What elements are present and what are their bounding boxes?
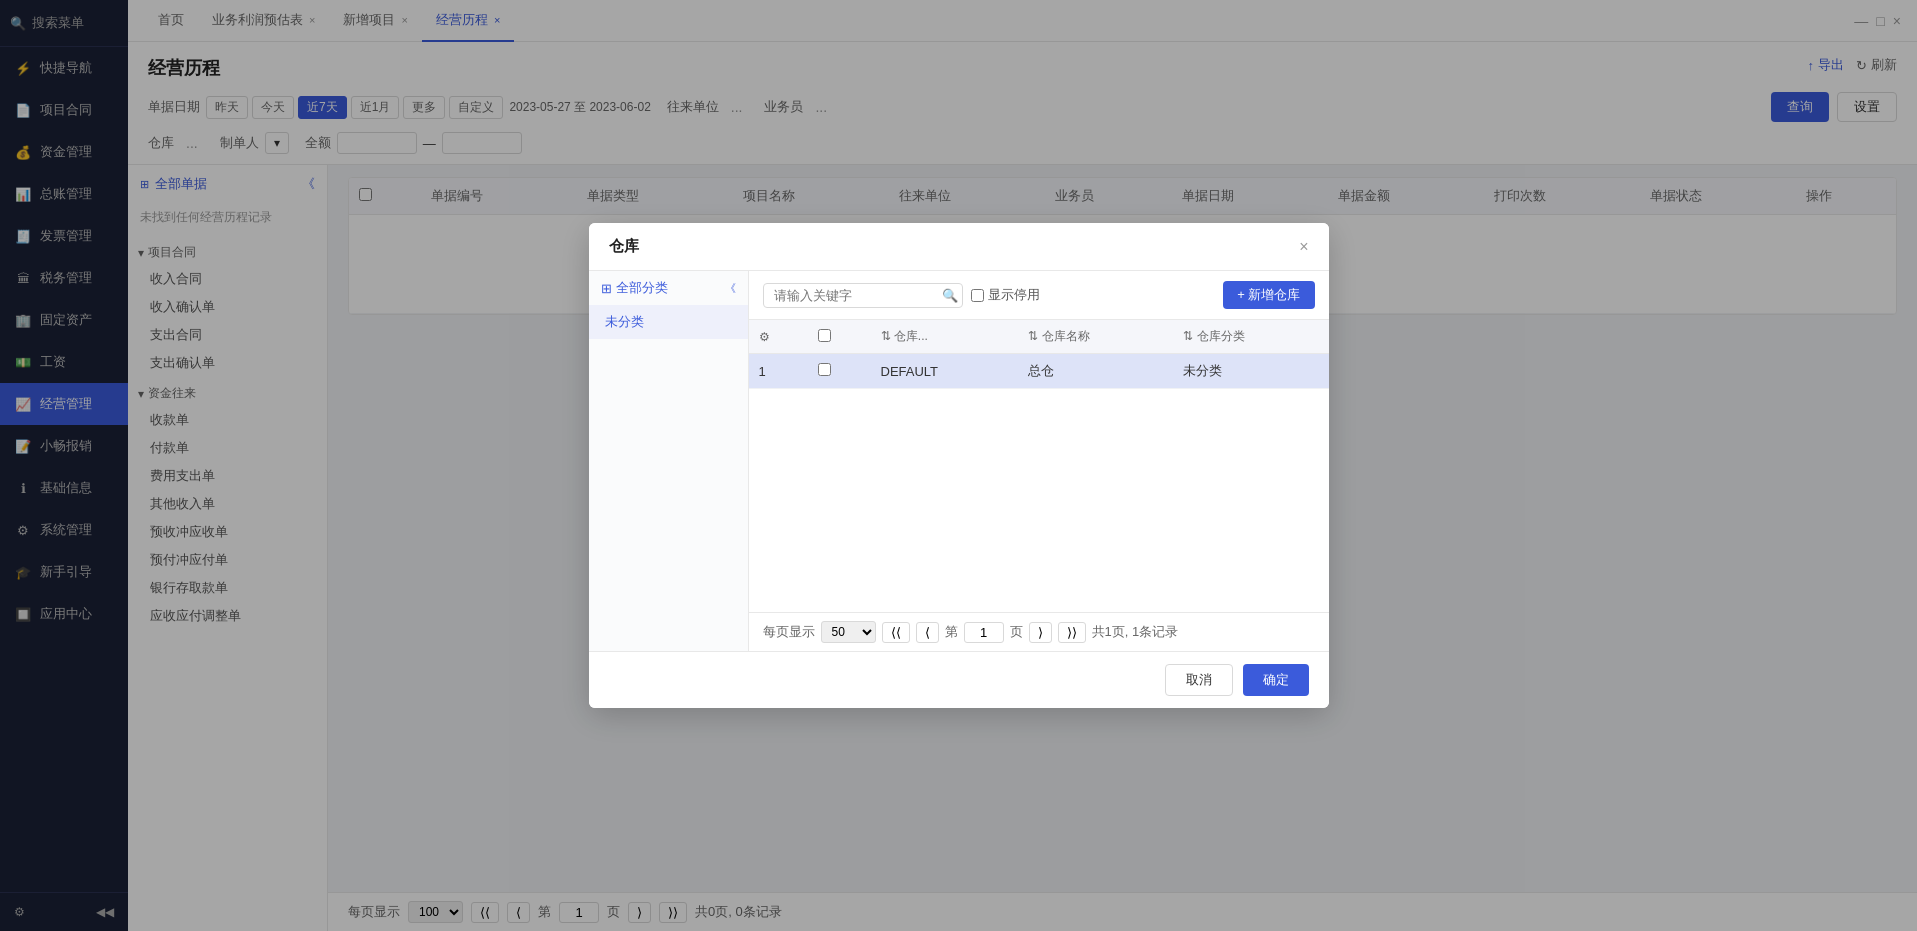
row-num: 1 bbox=[749, 354, 808, 389]
dialog-total-label: 共1页, 1条记录 bbox=[1092, 623, 1179, 641]
dialog-next-page[interactable]: ⟩ bbox=[1029, 622, 1052, 643]
cancel-button[interactable]: 取消 bbox=[1165, 664, 1233, 696]
dialog-page-size-label: 每页显示 bbox=[763, 623, 815, 641]
all-category-label: 全部分类 bbox=[616, 279, 668, 297]
show-disabled-checkbox[interactable] bbox=[971, 289, 984, 302]
uncategorized-item[interactable]: 未分类 bbox=[589, 305, 748, 339]
uncategorized-label: 未分类 bbox=[605, 314, 644, 329]
th-wh-code: ⇅ 仓库... bbox=[871, 320, 1019, 354]
dialog-body: ⊞ 全部分类 《 未分类 🔍 bbox=[589, 271, 1329, 651]
dialog-last-page[interactable]: ⟩⟩ bbox=[1058, 622, 1086, 643]
dialog-page-size-select[interactable]: 50 100 bbox=[821, 621, 876, 643]
dialog-page-unit: 页 bbox=[1010, 623, 1023, 641]
dialog-first-page[interactable]: ⟨⟨ bbox=[882, 622, 910, 643]
dialog-footer: 取消 确定 bbox=[589, 651, 1329, 708]
dialog-title: 仓库 bbox=[609, 237, 639, 256]
dialog-left-panel: ⊞ 全部分类 《 未分类 bbox=[589, 271, 749, 651]
warehouse-table: ⚙ ⇅ 仓库... ⇅ 仓库名称 bbox=[749, 320, 1329, 389]
row-wh-name: 总仓 bbox=[1018, 354, 1173, 389]
row-wh-category: 未分类 bbox=[1173, 354, 1328, 389]
grid-icon2: ⊞ bbox=[601, 281, 612, 296]
row-checkbox[interactable] bbox=[808, 354, 871, 389]
sort-icon: ⇅ bbox=[881, 329, 891, 343]
th-select bbox=[808, 320, 871, 354]
select-all-wh-checkbox[interactable] bbox=[818, 329, 831, 342]
th-wh-name: ⇅ 仓库名称 bbox=[1018, 320, 1173, 354]
row-wh-code: DEFAULT bbox=[871, 354, 1019, 389]
dialog-search-box[interactable]: 🔍 bbox=[763, 283, 963, 308]
dialog-search-input[interactable] bbox=[774, 288, 942, 303]
modal-overlay: 仓库 × ⊞ 全部分类 《 未分类 bbox=[0, 0, 1917, 931]
dialog-right-panel: 🔍 显示停用 + 新增仓库 ⚙ bbox=[749, 271, 1329, 651]
confirm-button[interactable]: 确定 bbox=[1243, 664, 1309, 696]
dialog-prev-page[interactable]: ⟨ bbox=[916, 622, 939, 643]
dialog-page-label: 第 bbox=[945, 623, 958, 641]
all-category-header[interactable]: ⊞ 全部分类 《 bbox=[589, 271, 748, 305]
dialog-table-area: ⚙ ⇅ 仓库... ⇅ 仓库名称 bbox=[749, 320, 1329, 612]
show-disabled-text: 显示停用 bbox=[988, 286, 1040, 304]
add-warehouse-button[interactable]: + 新增仓库 bbox=[1223, 281, 1314, 309]
warehouse-table-header: ⚙ ⇅ 仓库... ⇅ 仓库名称 bbox=[749, 320, 1329, 354]
dialog-toolbar: 🔍 显示停用 + 新增仓库 bbox=[749, 271, 1329, 320]
warehouse-table-row[interactable]: 1 DEFAULT 总仓 未分类 bbox=[749, 354, 1329, 389]
dialog-pagination: 每页显示 50 100 ⟨⟨ ⟨ 第 页 ⟩ ⟩⟩ 共1页, 1条记录 bbox=[749, 612, 1329, 651]
th-settings[interactable]: ⚙ bbox=[749, 320, 808, 354]
add-warehouse-label: + 新增仓库 bbox=[1237, 286, 1300, 304]
dialog-close-btn[interactable]: × bbox=[1299, 238, 1308, 256]
sort-icon2: ⇅ bbox=[1028, 329, 1038, 343]
collapse-left-icon[interactable]: 《 bbox=[725, 281, 736, 296]
sort-icon3: ⇅ bbox=[1183, 329, 1193, 343]
warehouse-dialog: 仓库 × ⊞ 全部分类 《 未分类 bbox=[589, 223, 1329, 708]
dialog-header: 仓库 × bbox=[589, 223, 1329, 271]
th-wh-category: ⇅ 仓库分类 bbox=[1173, 320, 1328, 354]
show-disabled-label[interactable]: 显示停用 bbox=[971, 286, 1040, 304]
dialog-page-input[interactable] bbox=[964, 622, 1004, 643]
dialog-search-icon: 🔍 bbox=[942, 288, 958, 303]
